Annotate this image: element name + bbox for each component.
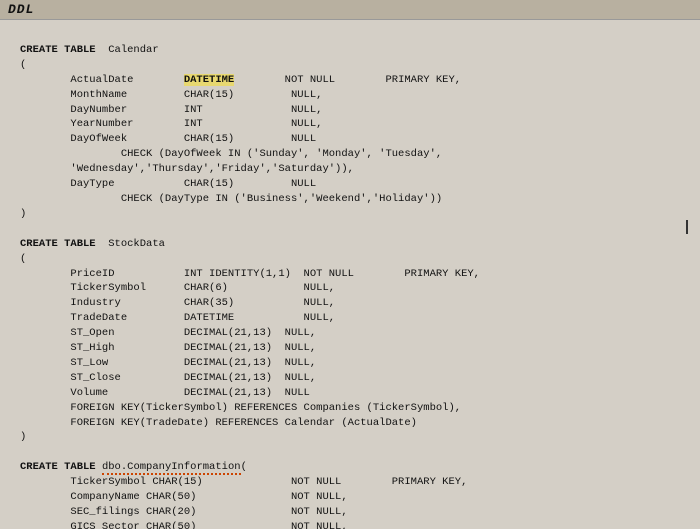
stockdata-field-stclose: ST_Close DECIMAL(21,13) NULL, bbox=[20, 372, 316, 384]
companyinfo-field-companyname: CompanyName CHAR(50) NOT NULL, bbox=[20, 491, 348, 503]
stockdata-field-priceid: PriceID INT IDENTITY(1,1) NOT NULL PRIMA… bbox=[20, 268, 480, 280]
code-display: CREATE TABLE Calendar ( ActualDate DATET… bbox=[20, 28, 680, 529]
stockdata-field-industry: Industry CHAR(35) NULL, bbox=[20, 297, 335, 309]
title-text: DDL bbox=[8, 2, 34, 17]
companyinfo-field-ticker: TickerSymbol CHAR(15) NOT NULL PRIMARY K… bbox=[20, 476, 467, 488]
cursor bbox=[686, 220, 688, 234]
stockdata-close: ) bbox=[20, 431, 26, 443]
stockdata-field-sthigh: ST_High DECIMAL(21,13) NULL, bbox=[20, 342, 316, 354]
title-bar: DDL bbox=[0, 0, 700, 20]
calendar-check1: CHECK (DayOfWeek IN ('Sunday', 'Monday',… bbox=[20, 148, 442, 160]
calendar-check2: CHECK (DayType IN ('Business','Weekend',… bbox=[20, 193, 442, 205]
companyinfo-field-gics: GICS_Sector CHAR(50) NOT NULL, bbox=[20, 521, 348, 529]
stockdata-field-ticker: TickerSymbol CHAR(6) NULL, bbox=[20, 282, 335, 294]
calendar-field-daynumber: DayNumber INT NULL, bbox=[20, 104, 322, 116]
stockdata-field-stopen: ST_Open DECIMAL(21,13) NULL, bbox=[20, 327, 316, 339]
companyinfo-field-secfilings: SEC_filings CHAR(20) NOT NULL, bbox=[20, 506, 348, 518]
calendar-close: ) bbox=[20, 208, 26, 220]
stockdata-fk1: FOREIGN KEY(TickerSymbol) REFERENCES Com… bbox=[20, 402, 461, 414]
main-screen: DDL CREATE TABLE Calendar ( ActualDate D… bbox=[0, 0, 700, 529]
code-content[interactable]: CREATE TABLE Calendar ( ActualDate DATET… bbox=[0, 20, 700, 529]
stockdata-fk2: FOREIGN KEY(TradeDate) REFERENCES Calend… bbox=[20, 417, 417, 429]
calendar-field-yearnumber: YearNumber INT NULL, bbox=[20, 118, 322, 130]
calendar-field-actualdate: ActualDate DATETIME NOT NULL PRIMARY KEY… bbox=[20, 74, 461, 86]
calendar-field-daytype: DayType CHAR(15) NULL bbox=[20, 178, 316, 190]
stockdata-field-tradedate: TradeDate DATETIME NULL, bbox=[20, 312, 335, 324]
calendar-field-dayofweek: DayOfWeek CHAR(15) NULL bbox=[20, 133, 316, 145]
stockdata-field-stlow: ST_Low DECIMAL(21,13) NULL, bbox=[20, 357, 316, 369]
calendar-create: CREATE TABLE Calendar bbox=[20, 44, 159, 56]
companyinfo-create: CREATE TABLE dbo.CompanyInformation( bbox=[20, 461, 247, 475]
calendar-open: ( bbox=[20, 59, 26, 71]
stockdata-field-volume: Volume DECIMAL(21,13) NULL bbox=[20, 387, 310, 399]
calendar-field-monthname: MonthName CHAR(15) NULL, bbox=[20, 89, 322, 101]
stockdata-create: CREATE TABLE StockData bbox=[20, 238, 165, 250]
stockdata-open: ( bbox=[20, 253, 26, 265]
calendar-check1b: 'Wednesday','Thursday','Friday','Saturda… bbox=[20, 163, 354, 175]
